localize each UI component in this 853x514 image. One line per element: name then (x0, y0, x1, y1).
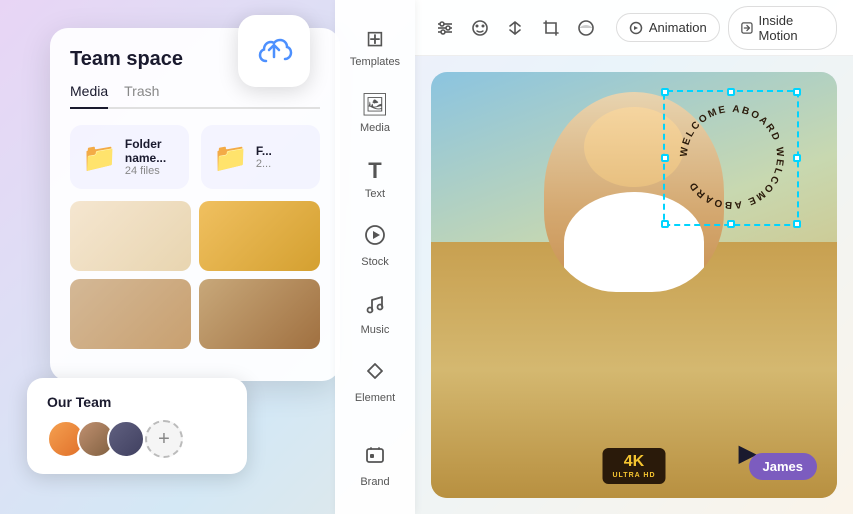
inside-motion-button[interactable]: Inside Motion (728, 6, 837, 50)
media-icon: 🖼 (361, 92, 389, 118)
avatars-row: + (47, 420, 227, 458)
media-thumb-1[interactable] (70, 201, 191, 271)
media-thumb-3[interactable] (70, 279, 191, 349)
folder-info-1: Folder name... 24 files (125, 137, 177, 177)
media-grid (70, 201, 320, 349)
our-team-card: Our Team + (27, 378, 247, 474)
music-label: Music (361, 324, 390, 336)
avatar-3 (107, 420, 145, 458)
folder-name-1: Folder name... (125, 137, 177, 165)
mask-icon[interactable] (573, 12, 600, 44)
sidebar-item-media[interactable]: 🖼 Media (341, 82, 409, 144)
james-label: James (749, 453, 817, 480)
our-team-label: Our Team (47, 394, 227, 410)
svg-text:WELCOME ABOARD WELCOME ABOARD: WELCOME ABOARD WELCOME ABOARD (679, 104, 786, 210)
canvas-area: WELCOME ABOARD WELCOME ABOARD 4K ULTRA H… (431, 72, 837, 498)
media-thumb-2[interactable] (199, 201, 320, 271)
animation-label: Animation (649, 20, 707, 35)
templates-icon: ⊞ (366, 26, 384, 52)
tab-trash[interactable]: Trash (124, 83, 159, 107)
element-label: Element (355, 392, 395, 404)
templates-label: Templates (350, 56, 400, 68)
sidebar-item-music[interactable]: Music (341, 282, 409, 346)
circular-text: WELCOME ABOARD WELCOME ABOARD (667, 92, 797, 222)
sidebar-item-brand[interactable]: Brand (341, 434, 409, 498)
style-icon[interactable] (466, 12, 493, 44)
badge-4k: 4K ULTRA HD (603, 448, 666, 484)
stock-label: Stock (361, 256, 389, 268)
folder-count-1: 24 files (125, 165, 177, 177)
folder-icon-2: 📁 (213, 141, 248, 174)
inside-motion-label: Inside Motion (759, 13, 824, 43)
stock-icon (364, 224, 386, 252)
text-icon: T (368, 158, 381, 184)
editor-toolbar: Animation Inside Motion (415, 0, 853, 56)
media-label: Media (360, 122, 390, 134)
upload-icon (252, 29, 296, 73)
crop-icon[interactable] (537, 12, 564, 44)
folder-icon-1: 📁 (82, 141, 117, 174)
badge-4k-main: 4K (624, 452, 644, 471)
sidebar-item-stock[interactable]: Stock (341, 214, 409, 278)
tab-media[interactable]: Media (70, 83, 108, 109)
music-icon (364, 292, 386, 320)
element-icon (364, 360, 386, 388)
editor-area: Animation Inside Motion (415, 0, 853, 514)
upload-icon-wrapper (238, 15, 310, 87)
adjust-icon[interactable] (431, 12, 458, 44)
folder-count-2: 2... (256, 158, 272, 170)
brand-icon (364, 444, 386, 472)
folder-item-2[interactable]: 📁 F... 2... (201, 125, 320, 189)
sidebar-item-templates[interactable]: ⊞ Templates (341, 16, 409, 78)
add-member-button[interactable]: + (145, 420, 183, 458)
folder-row: 📁 Folder name... 24 files 📁 F... 2... (70, 125, 320, 189)
folder-name-2: F... (256, 144, 272, 158)
media-thumb-4[interactable] (199, 279, 320, 349)
sidebar-item-element[interactable]: Element (341, 350, 409, 414)
flip-icon[interactable] (502, 12, 529, 44)
sidebar-item-text[interactable]: T Text (341, 148, 409, 210)
badge-4k-sub: ULTRA HD (613, 472, 656, 480)
text-label: Text (365, 188, 385, 200)
animation-button[interactable]: Animation (616, 13, 720, 42)
folder-info-2: F... 2... (256, 144, 272, 170)
folder-item-1[interactable]: 📁 Folder name... 24 files (70, 125, 189, 189)
sidebar: ⊞ Templates 🖼 Media T Text Stock Music (335, 0, 415, 514)
brand-label: Brand (360, 476, 389, 488)
